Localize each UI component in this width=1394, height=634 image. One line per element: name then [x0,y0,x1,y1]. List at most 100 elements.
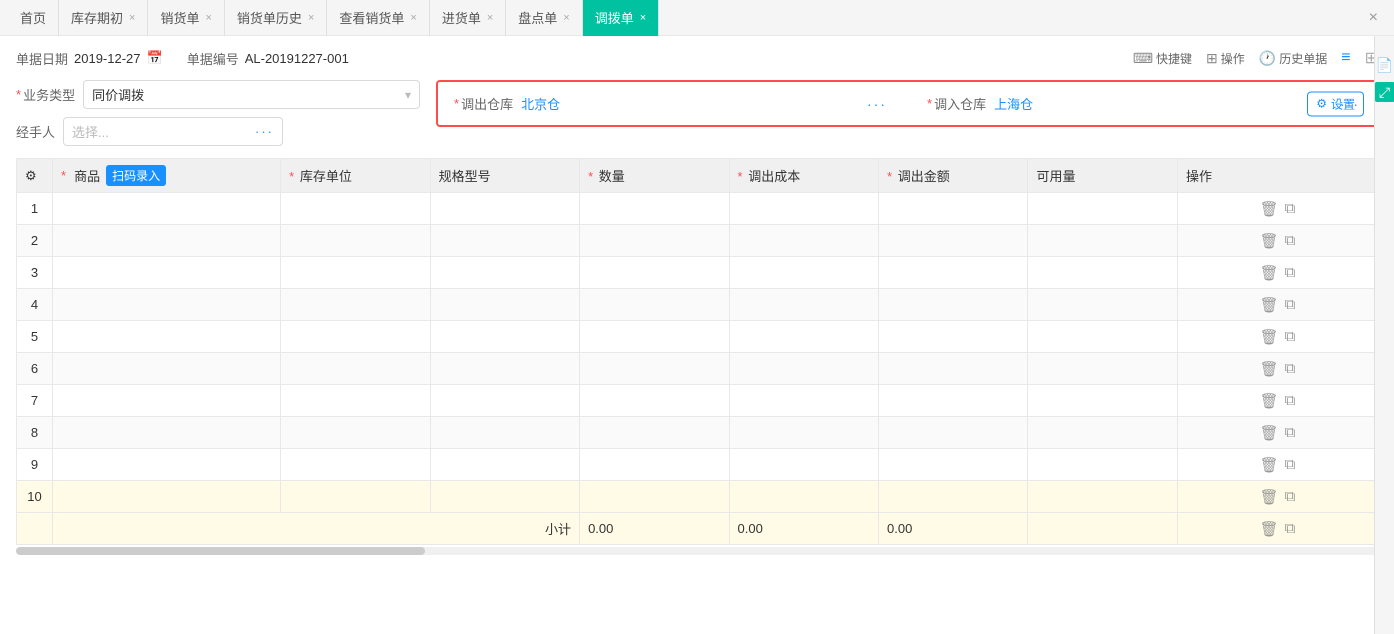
row-1-amount[interactable] [879,193,1028,225]
row-8-copy-icon[interactable]: ⧉ [1285,424,1296,442]
row-4-available[interactable] [1028,289,1178,321]
tab-sales-history[interactable]: 销货单历史 × [225,0,327,36]
row-2-available[interactable] [1028,225,1178,257]
row-4-cost[interactable] [729,289,878,321]
tab-purchase[interactable]: 进货单 × [430,0,506,36]
row-10-amount[interactable] [879,481,1028,513]
row-8-qty[interactable] [580,417,729,449]
row-9-unit[interactable] [281,449,430,481]
row-7-cost[interactable] [729,385,878,417]
tab-view-sales-close[interactable]: × [410,12,416,24]
tab-transfer-close[interactable]: × [640,12,646,24]
row-6-goods[interactable] [53,353,281,385]
row-8-spec[interactable] [430,417,579,449]
row-9-delete-icon[interactable]: 🗑 [1260,456,1279,474]
manager-input[interactable]: 选择... ··· [63,117,283,146]
row-3-delete-icon[interactable]: 🗑 [1260,264,1279,282]
row-7-spec[interactable] [430,385,579,417]
tab-purchase-close[interactable]: × [487,12,493,24]
row-3-qty[interactable] [580,257,729,289]
row-3-copy-icon[interactable]: ⧉ [1285,264,1296,282]
scan-barcode-button[interactable]: 扫码录入 [106,165,166,186]
subtotal-delete-icon[interactable]: 🗑 [1260,520,1279,538]
row-9-available[interactable] [1028,449,1178,481]
transfer-out-dots[interactable]: ··· [867,96,887,112]
row-5-qty[interactable] [580,321,729,353]
row-6-available[interactable] [1028,353,1178,385]
tab-view-sales[interactable]: 查看销货单 × [327,0,429,36]
row-10-unit[interactable] [281,481,430,513]
row-5-copy-icon[interactable]: ⧉ [1285,328,1296,346]
tab-inventory-init-close[interactable]: × [129,12,135,24]
row-1-copy-icon[interactable]: ⧉ [1285,200,1296,218]
row-5-amount[interactable] [879,321,1028,353]
row-6-qty[interactable] [580,353,729,385]
shortcut-action[interactable]: ⌨ 快捷键 [1133,50,1192,67]
row-2-qty[interactable] [580,225,729,257]
row-2-copy-icon[interactable]: ⧉ [1285,232,1296,250]
th-gear[interactable]: ⚙ [17,159,53,193]
row-8-unit[interactable] [281,417,430,449]
sidebar-external-icon[interactable]: ⤢ [1375,82,1394,102]
row-2-unit[interactable] [281,225,430,257]
tab-transfer[interactable]: 调拨单 × [583,0,659,36]
row-2-amount[interactable] [879,225,1028,257]
row-4-copy-icon[interactable]: ⧉ [1285,296,1296,314]
row-3-goods[interactable] [53,257,281,289]
row-6-spec[interactable] [430,353,579,385]
settings-button[interactable]: ⚙ 设置 [1307,91,1364,116]
row-2-cost[interactable] [729,225,878,257]
row-5-goods[interactable] [53,321,281,353]
row-6-unit[interactable] [281,353,430,385]
row-10-goods[interactable] [53,481,281,513]
row-9-goods[interactable] [53,449,281,481]
row-10-copy-icon[interactable]: ⧉ [1285,488,1296,506]
row-9-amount[interactable] [879,449,1028,481]
row-10-qty[interactable] [580,481,729,513]
row-9-spec[interactable] [430,449,579,481]
row-7-copy-icon[interactable]: ⧉ [1285,392,1296,410]
row-3-spec[interactable] [430,257,579,289]
row-2-goods[interactable] [53,225,281,257]
row-8-available[interactable] [1028,417,1178,449]
row-4-goods[interactable] [53,289,281,321]
row-10-available[interactable] [1028,481,1178,513]
row-3-amount[interactable] [879,257,1028,289]
row-3-unit[interactable] [281,257,430,289]
row-8-goods[interactable] [53,417,281,449]
row-1-qty[interactable] [580,193,729,225]
row-4-unit[interactable] [281,289,430,321]
row-5-unit[interactable] [281,321,430,353]
sidebar-doc-icon[interactable]: 📄 [1376,56,1394,74]
row-1-available[interactable] [1028,193,1178,225]
calendar-icon[interactable]: 📅 [147,50,163,66]
row-4-delete-icon[interactable]: 🗑 [1260,296,1279,314]
row-6-copy-icon[interactable]: ⧉ [1285,360,1296,378]
row-7-amount[interactable] [879,385,1028,417]
row-5-cost[interactable] [729,321,878,353]
tab-home[interactable]: 首页 [8,0,59,36]
tab-sales-history-close[interactable]: × [308,12,314,24]
row-6-delete-icon[interactable]: 🗑 [1260,360,1279,378]
row-4-spec[interactable] [430,289,579,321]
row-6-cost[interactable] [729,353,878,385]
row-10-cost[interactable] [729,481,878,513]
row-5-available[interactable] [1028,321,1178,353]
row-1-spec[interactable] [430,193,579,225]
row-9-copy-icon[interactable]: ⧉ [1285,456,1296,474]
row-8-delete-icon[interactable]: 🗑 [1260,424,1279,442]
tabs-bar-close-btn[interactable]: × [1361,9,1386,27]
row-2-delete-icon[interactable]: 🗑 [1260,232,1279,250]
row-5-delete-icon[interactable]: 🗑 [1260,328,1279,346]
row-7-goods[interactable] [53,385,281,417]
row-1-unit[interactable] [281,193,430,225]
row-7-qty[interactable] [580,385,729,417]
row-9-qty[interactable] [580,449,729,481]
row-4-qty[interactable] [580,289,729,321]
row-3-cost[interactable] [729,257,878,289]
tab-inventory-init[interactable]: 库存期初 × [59,0,148,36]
row-5-spec[interactable] [430,321,579,353]
horizontal-scrollbar[interactable] [16,547,1378,555]
row-10-spec[interactable] [430,481,579,513]
subtotal-copy-icon[interactable]: ⧉ [1285,520,1296,538]
